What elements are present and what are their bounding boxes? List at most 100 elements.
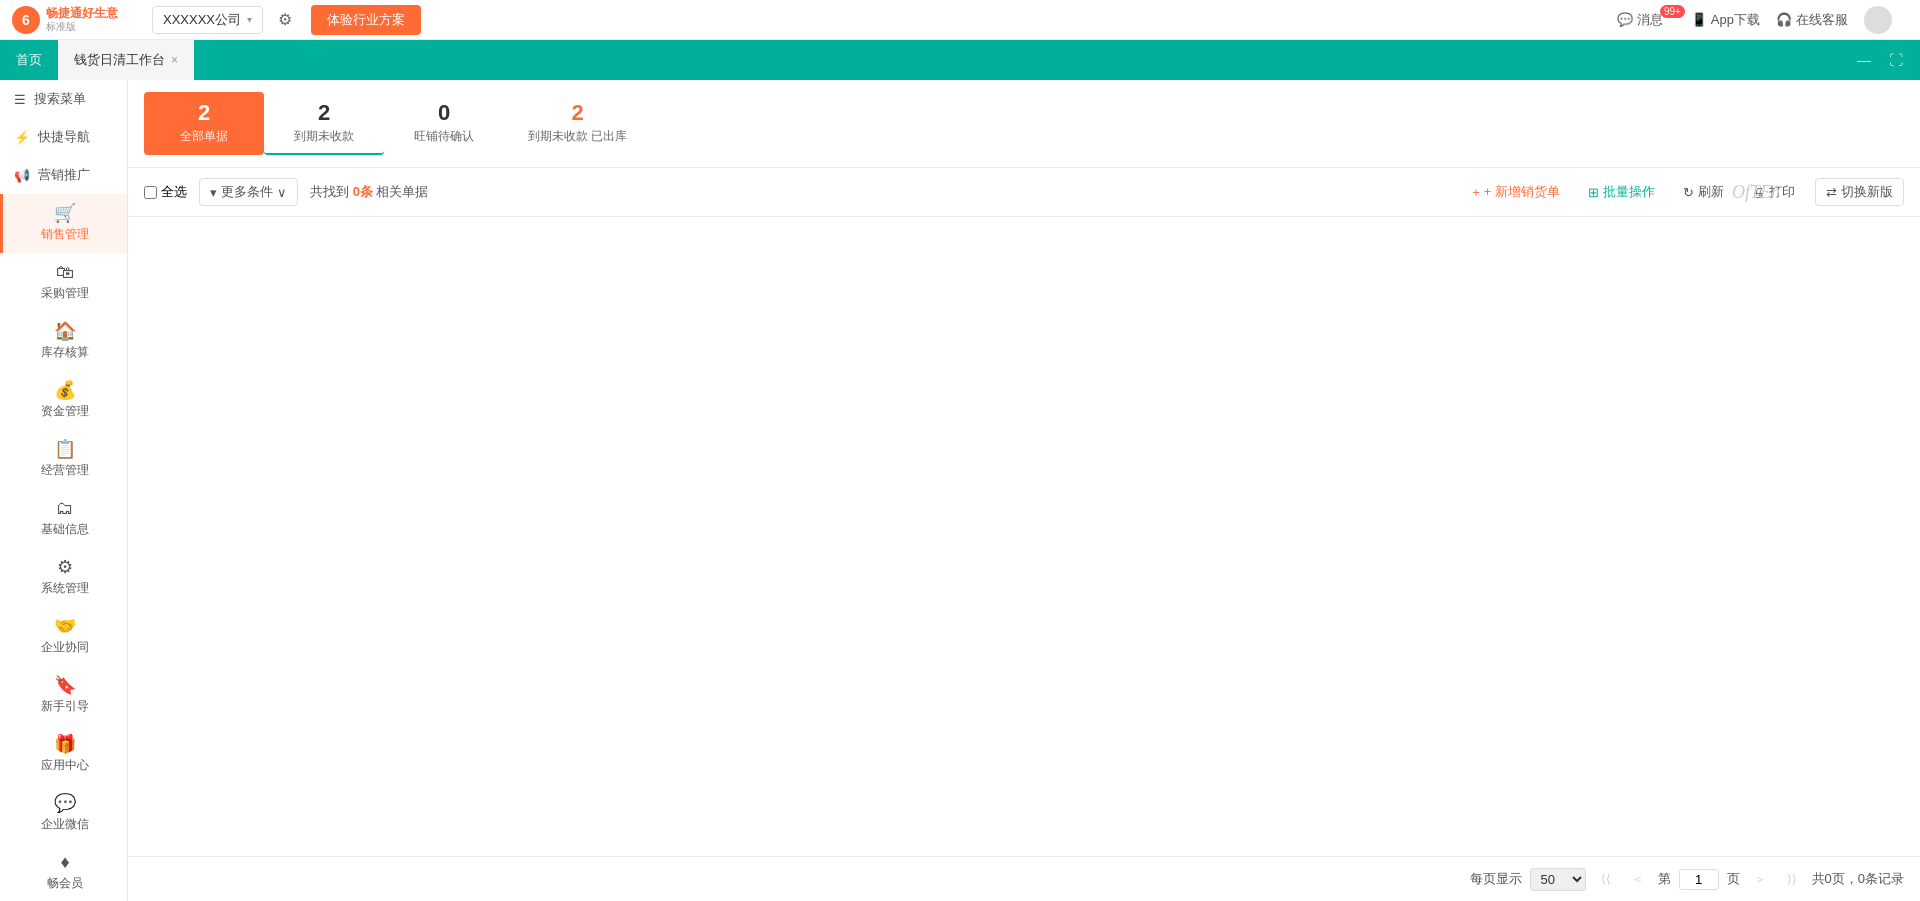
refresh-label: 刷新 (1698, 183, 1724, 201)
basic-icon: 🗂 (56, 499, 74, 517)
filter-button[interactable]: ▾ 更多条件 ∨ (199, 178, 298, 206)
sidebar-item-member[interactable]: ♦ 畅会员 (0, 843, 127, 901)
home-tab-label: 首页 (16, 51, 42, 69)
filter-chevron-icon: ∨ (277, 185, 287, 200)
wechat-icon: 💬 (54, 794, 76, 812)
found-suffix: 相关单据 (376, 184, 428, 199)
operations-label: 经营管理 (41, 462, 89, 479)
wechat-label: 企业微信 (41, 816, 89, 833)
tab-active[interactable]: 钱货日清工作台 × (58, 40, 194, 80)
add-order-button[interactable]: + + 新增销货单 (1464, 179, 1568, 205)
operations-icon: 📋 (54, 440, 76, 458)
system-icon: ⚙ (57, 558, 73, 576)
quick-nav-label: 快捷导航 (38, 128, 90, 146)
batch-button[interactable]: ⊞ 批量操作 (1580, 179, 1663, 205)
enterprise-label: 企业协同 (41, 639, 89, 656)
tab-home[interactable]: 首页 (0, 40, 58, 80)
next-page-button[interactable]: ＞ (1748, 867, 1772, 891)
sidebar-item-guide[interactable]: 🔖 新手引导 (0, 666, 127, 725)
add-btn-label: + 新增销货单 (1484, 183, 1560, 201)
per-page-select[interactable]: 50 100 200 (1530, 868, 1586, 891)
all-orders-count: 2 (198, 100, 210, 126)
marketing-label: 营销推广 (38, 166, 90, 184)
select-all-input[interactable] (144, 186, 157, 199)
inventory-label: 库存核算 (41, 344, 89, 361)
avatar[interactable] (1864, 6, 1892, 34)
sidebar-item-inventory[interactable]: 🏠 库存核算 (0, 312, 127, 371)
total-info: 共0页，0条记录 (1812, 870, 1904, 888)
sidebar-item-search[interactable]: ☰ 搜索菜单 (0, 80, 127, 118)
minimize-button[interactable]: — (1852, 48, 1876, 72)
settings-button[interactable]: ⚙ (271, 6, 299, 34)
table-area (128, 217, 1920, 856)
last-page-button[interactable]: ⟩⟩ (1780, 867, 1804, 891)
per-page-label: 每页显示 (1470, 870, 1522, 888)
print-icon: 🖨 (1752, 185, 1765, 200)
filter-label: 更多条件 (221, 183, 273, 201)
overdue-unshipped-label: 到期未收款 已出库 (528, 128, 627, 145)
sidebar-item-sales[interactable]: 🛒 销售管理 (0, 194, 127, 253)
page-input[interactable] (1679, 869, 1719, 890)
switch-label: 切换新版 (1841, 183, 1893, 201)
sidebar-item-wechat[interactable]: 💬 企业微信 (0, 784, 127, 843)
top-right-actions: 💬 消息 99+ 📱 App下载 🎧 在线客服 (1617, 6, 1908, 34)
sales-icon: 🛒 (54, 204, 76, 222)
stats-section: 2 全部单据 2 到期未收款 0 旺铺待确认 2 到期未收款 已出库 (128, 80, 1920, 168)
prev-page-button[interactable]: ＜ (1626, 867, 1650, 891)
minimize-icon: — (1857, 52, 1871, 68)
guide-label: 新手引导 (41, 698, 89, 715)
sidebar-item-capital[interactable]: 💰 资金管理 (0, 371, 127, 430)
tab-close-icon[interactable]: × (171, 53, 178, 67)
trial-button[interactable]: 体验行业方案 (311, 5, 421, 35)
maximize-button[interactable]: ⛶ (1884, 48, 1908, 72)
sidebar-item-app-center[interactable]: 🎁 应用中心 (0, 725, 127, 784)
capital-icon: 💰 (54, 381, 76, 399)
refresh-button[interactable]: ↻ 刷新 (1675, 179, 1732, 205)
sidebar-item-marketing[interactable]: 📢 营销推广 (0, 156, 127, 194)
select-all-checkbox[interactable]: 全选 (144, 183, 187, 201)
app-center-label: 应用中心 (41, 757, 89, 774)
sales-label: 销售管理 (41, 226, 89, 243)
toolbar-right: + + 新增销货单 ⊞ 批量操作 ↻ 刷新 🖨 打印 ⇄ 切换新版 (1464, 178, 1904, 206)
sidebar-item-operations[interactable]: 📋 经营管理 (0, 430, 127, 489)
found-info: 共找到 0条 相关单据 (310, 183, 428, 201)
stat-overdue-unpaid[interactable]: 2 到期未收款 (264, 92, 384, 155)
online-service-label: 在线客服 (1796, 11, 1848, 29)
app-download-button[interactable]: 📱 App下载 (1691, 11, 1760, 29)
app-download-label: App下载 (1711, 11, 1760, 29)
system-label: 系统管理 (41, 580, 89, 597)
member-icon: ♦ (60, 853, 69, 871)
sidebar-item-enterprise[interactable]: 🤝 企业协同 (0, 607, 127, 666)
logo-text: 畅捷通好生意 标准版 (46, 6, 118, 32)
stat-pending-confirm[interactable]: 0 旺铺待确认 (384, 92, 504, 155)
enterprise-icon: 🤝 (54, 617, 76, 635)
overdue-unpaid-count: 2 (318, 100, 330, 126)
pagination-bar: 每页显示 50 100 200 ⟨⟨ ＜ 第 页 ＞ ⟩⟩ 共0页，0条记录 (128, 856, 1920, 901)
refresh-icon: ↻ (1683, 185, 1694, 200)
message-icon: 💬 (1617, 12, 1633, 27)
app-center-icon: 🎁 (54, 735, 76, 753)
found-count: 0条 (353, 184, 373, 199)
all-orders-label: 全部单据 (180, 128, 228, 145)
sidebar-item-basic[interactable]: 🗂 基础信息 (0, 489, 127, 548)
download-icon: 📱 (1691, 12, 1707, 27)
online-service-button[interactable]: 🎧 在线客服 (1776, 11, 1848, 29)
active-tab-label: 钱货日清工作台 (74, 51, 165, 69)
company-selector[interactable]: XXXXXX公司 ▾ (152, 6, 263, 34)
sidebar-item-quick-nav[interactable]: ⚡ 快捷导航 (0, 118, 127, 156)
switch-version-button[interactable]: ⇄ 切换新版 (1815, 178, 1904, 206)
sidebar-item-system[interactable]: ⚙ 系统管理 (0, 548, 127, 607)
stat-overdue-unshipped[interactable]: 2 到期未收款 已出库 (504, 92, 651, 155)
switch-icon: ⇄ (1826, 185, 1837, 200)
content-area: 2 全部单据 2 到期未收款 0 旺铺待确认 2 到期未收款 已出库 全选 (128, 80, 1920, 901)
maximize-icon: ⛶ (1889, 52, 1903, 68)
first-page-button[interactable]: ⟨⟨ (1594, 867, 1618, 891)
capital-label: 资金管理 (41, 403, 89, 420)
found-prefix: 共找到 (310, 184, 349, 199)
sidebar-item-purchase[interactable]: 🛍 采购管理 (0, 253, 127, 312)
messages-button[interactable]: 💬 消息 99+ (1617, 11, 1675, 29)
pending-confirm-count: 0 (438, 100, 450, 126)
print-button[interactable]: 🖨 打印 (1744, 179, 1803, 205)
page-suffix: 页 (1727, 870, 1740, 888)
stat-all-orders[interactable]: 2 全部单据 (144, 92, 264, 155)
